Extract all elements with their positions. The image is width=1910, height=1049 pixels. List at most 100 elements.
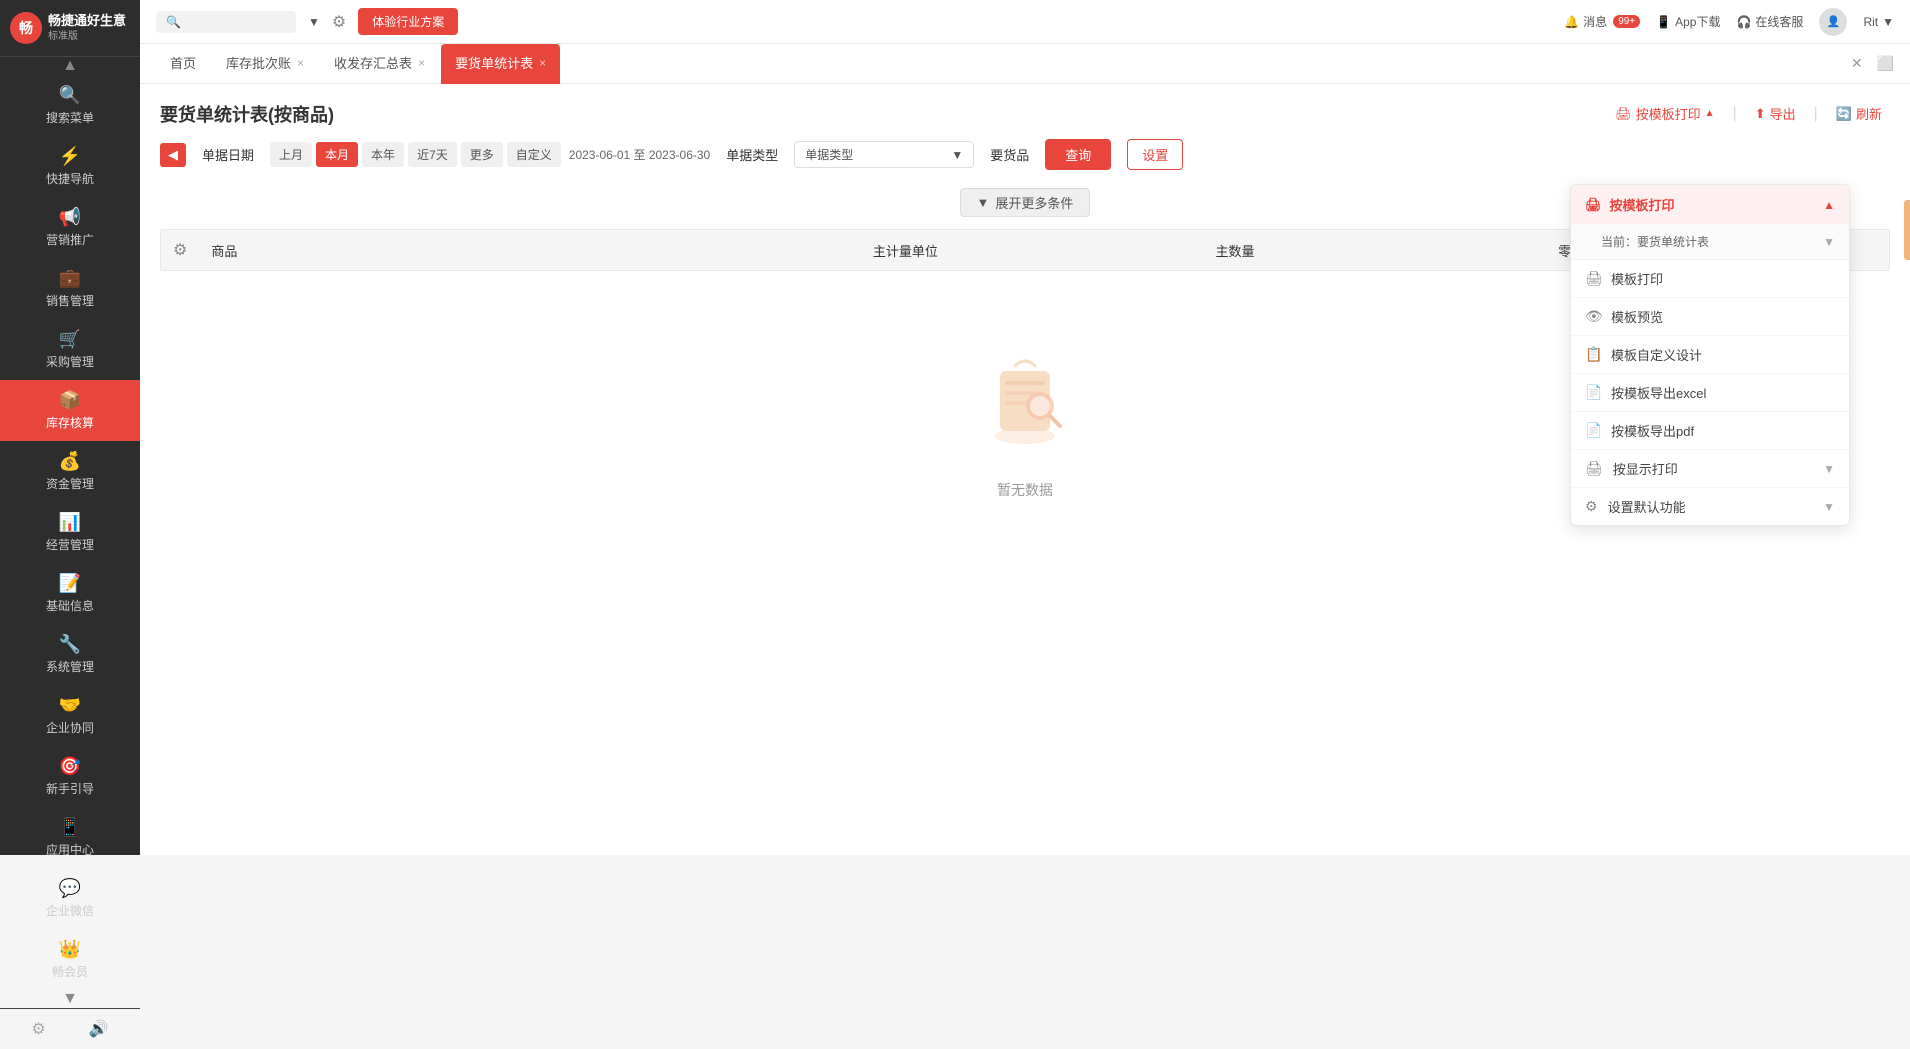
tab-home[interactable]: 首页 [156, 44, 210, 84]
filter-expand-icon[interactable]: ◀ [160, 143, 186, 167]
sidebar-item-operations[interactable]: 📊 经营管理 [0, 502, 140, 563]
sidebar-item-member[interactable]: 👑 畅会员 [0, 929, 140, 990]
sidebar-bottom: ⚙ 🔊 [0, 1008, 140, 1049]
empty-illustration [975, 351, 1075, 468]
page-actions: 🖨 按模板打印 ▲ | ⬆ 导出 | 🔄 刷新 [1607, 100, 1890, 127]
page-content: 要货单统计表(按商品) 🖨 按模板打印 ▲ | ⬆ 导出 | 🔄 刷新 [140, 84, 1910, 855]
sidebar-icon-app-center: 📱 [59, 817, 81, 838]
notification-item[interactable]: 🔔 消息 99+ [1564, 13, 1640, 30]
sidebar-label-finance: 资金管理 [46, 475, 94, 492]
settings-icon[interactable]: ⚙ [31, 1019, 45, 1039]
current-template-row[interactable]: 当前：要货单统计表 ▼ [1571, 224, 1849, 260]
sidebar-item-basic[interactable]: 📝 基础信息 [0, 563, 140, 624]
filter-row-1: ◀ 单据日期 上月 本月 本年 近7天 更多 自定义 2023-06-01 至 … [160, 139, 1890, 170]
print-arrow-icon: ▲ [1705, 108, 1715, 119]
date-range-display: 2023-06-01 至 2023-06-30 [569, 146, 710, 163]
sidebar-item-cooperation[interactable]: 🤝 企业协同 [0, 685, 140, 746]
display-print-left: 🖨 按显示打印 [1585, 459, 1678, 478]
date-current-btn[interactable]: 本月 [316, 142, 358, 167]
settings-btn[interactable]: 设置 [1127, 139, 1183, 170]
date-prev-btn[interactable]: 上月 [270, 142, 312, 167]
logo-text: 畅捷通好生意 标准版 [48, 13, 126, 43]
maximize-btn[interactable]: ⬜ [1877, 55, 1894, 72]
table-settings-icon[interactable]: ⚙ [161, 230, 199, 270]
trial-btn[interactable]: 体验行业方案 [358, 8, 458, 35]
tab-close-inventory-batch[interactable]: × [297, 56, 304, 70]
sidebar-item-purchase[interactable]: 🛒 采购管理 [0, 319, 140, 380]
user-name[interactable]: Rit ▼ [1863, 15, 1894, 29]
sidebar-item-marketing[interactable]: 📢 营销推广 [0, 197, 140, 258]
print-icon: 🖨 [1615, 106, 1632, 122]
default-settings-section[interactable]: ⚙ 设置默认功能 ▼ [1571, 488, 1849, 525]
close-window-btn[interactable]: ✕ [1851, 55, 1863, 72]
tab-inventory-batch[interactable]: 库存批次账× [212, 44, 318, 84]
sidebar-scroll-up[interactable]: ▲ [0, 57, 140, 75]
sidebar-scroll-down[interactable]: ▼ [0, 990, 140, 1008]
refresh-btn[interactable]: 🔄 刷新 [1828, 100, 1890, 127]
notification-icon: 🔔 [1564, 15, 1579, 29]
sidebar-item-enterprise-wechat[interactable]: 💬 企业微信 [0, 868, 140, 929]
tab-close-receivable-summary[interactable]: × [418, 56, 425, 70]
sidebar-item-quick-nav[interactable]: ⚡ 快捷导航 [0, 136, 140, 197]
date-7days-btn[interactable]: 近7天 [408, 142, 457, 167]
query-btn[interactable]: 查询 [1045, 139, 1111, 170]
sidebar-icon-system: 🔧 [59, 634, 81, 655]
dropdown-header[interactable]: 🖨 按模板打印 ▲ [1571, 185, 1849, 224]
tab-order-summary[interactable]: 要货单统计表× [441, 44, 560, 84]
display-print-section[interactable]: 🖨 按显示打印 ▼ [1571, 450, 1849, 488]
display-print-arrow: ▼ [1823, 462, 1835, 476]
user-dropdown-arrow: ▼ [1882, 15, 1894, 29]
tab-receivable-summary[interactable]: 收发存汇总表 × [320, 44, 439, 84]
order-type-select[interactable]: 单据类型 ▼ [794, 141, 974, 168]
template-export-excel-item[interactable]: 📄 按模板导出excel [1571, 374, 1849, 412]
current-template-arrow: ▼ [1823, 235, 1835, 249]
sidebar-item-app-center[interactable]: 📱 应用中心 [0, 807, 140, 868]
date-custom-btn[interactable]: 自定义 [507, 142, 561, 167]
volume-icon[interactable]: 🔊 [89, 1019, 109, 1039]
sidebar-label-member: 畅会员 [52, 963, 88, 980]
app-download-item[interactable]: 📱 App下载 [1656, 13, 1720, 30]
expand-down-icon: ▼ [977, 195, 990, 210]
order-goods-label: 要货品 [990, 145, 1029, 164]
template-export-pdf-item[interactable]: 📄 按模板导出pdf [1571, 412, 1849, 450]
tab-label-receivable-summary: 收发存汇总表 [334, 53, 412, 72]
sidebar-item-system[interactable]: 🔧 系统管理 [0, 624, 140, 685]
resize-handle[interactable] [1904, 200, 1910, 260]
sidebar-item-sales[interactable]: 💼 销售管理 [0, 258, 140, 319]
date-label: 单据日期 [202, 145, 254, 164]
sidebar-icon-sales: 💼 [59, 268, 81, 289]
export-btn[interactable]: ⬆ 导出 [1747, 100, 1804, 127]
sidebar-item-search[interactable]: 🔍 搜索菜单 [0, 75, 140, 136]
col-quantity: 主数量 [1204, 231, 1547, 270]
template-print-item[interactable]: 🖨 模板打印 [1571, 260, 1849, 298]
sidebar-icon-enterprise-wechat: 💬 [59, 878, 81, 899]
online-service-item[interactable]: 🎧 在线客服 [1736, 13, 1803, 30]
sidebar-item-finance[interactable]: 💰 资金管理 [0, 441, 140, 502]
tab-close-order-summary[interactable]: × [539, 56, 546, 70]
topbar-search: 🔍 [156, 11, 296, 33]
refresh-icon: 🔄 [1836, 106, 1852, 122]
order-type-label: 单据类型 [726, 145, 778, 164]
topbar-right: 🔔 消息 99+ 📱 App下载 🎧 在线客服 👤 Rit ▼ [1564, 8, 1894, 36]
page-title: 要货单统计表(按商品) [160, 101, 334, 127]
template-preview-item[interactable]: 👁 模板预览 [1571, 298, 1849, 336]
user-avatar[interactable]: 👤 [1819, 8, 1847, 36]
template-design-item[interactable]: 📋 模板自定义设计 [1571, 336, 1849, 374]
date-more-btn[interactable]: 更多 [461, 142, 503, 167]
sidebar-icon-search: 🔍 [59, 85, 81, 106]
select-arrow-icon: ▼ [951, 148, 963, 162]
dropdown-header-left: 🖨 按模板打印 [1585, 195, 1675, 214]
sidebar-label-system: 系统管理 [46, 658, 94, 675]
date-filter: 上月 本月 本年 近7天 更多 自定义 2023-06-01 至 2023-06… [270, 142, 710, 167]
sidebar-icon-purchase: 🛒 [59, 329, 81, 350]
expand-more-btn[interactable]: ▼ 展开更多条件 [960, 188, 1091, 217]
sidebar-item-inventory[interactable]: 📦 库存核算 [0, 380, 140, 441]
topbar-gear-icon[interactable]: ⚙ [332, 12, 346, 32]
date-year-btn[interactable]: 本年 [362, 142, 404, 167]
print-btn[interactable]: 🖨 按模板打印 ▲ [1607, 100, 1722, 127]
topbar-dropdown[interactable]: ▼ [308, 15, 320, 29]
template-design-icon: 📋 [1585, 346, 1601, 363]
sidebar-item-guide[interactable]: 🎯 新手引导 [0, 746, 140, 807]
default-settings-arrow: ▼ [1823, 500, 1835, 514]
sidebar-label-inventory: 库存核算 [46, 414, 94, 431]
